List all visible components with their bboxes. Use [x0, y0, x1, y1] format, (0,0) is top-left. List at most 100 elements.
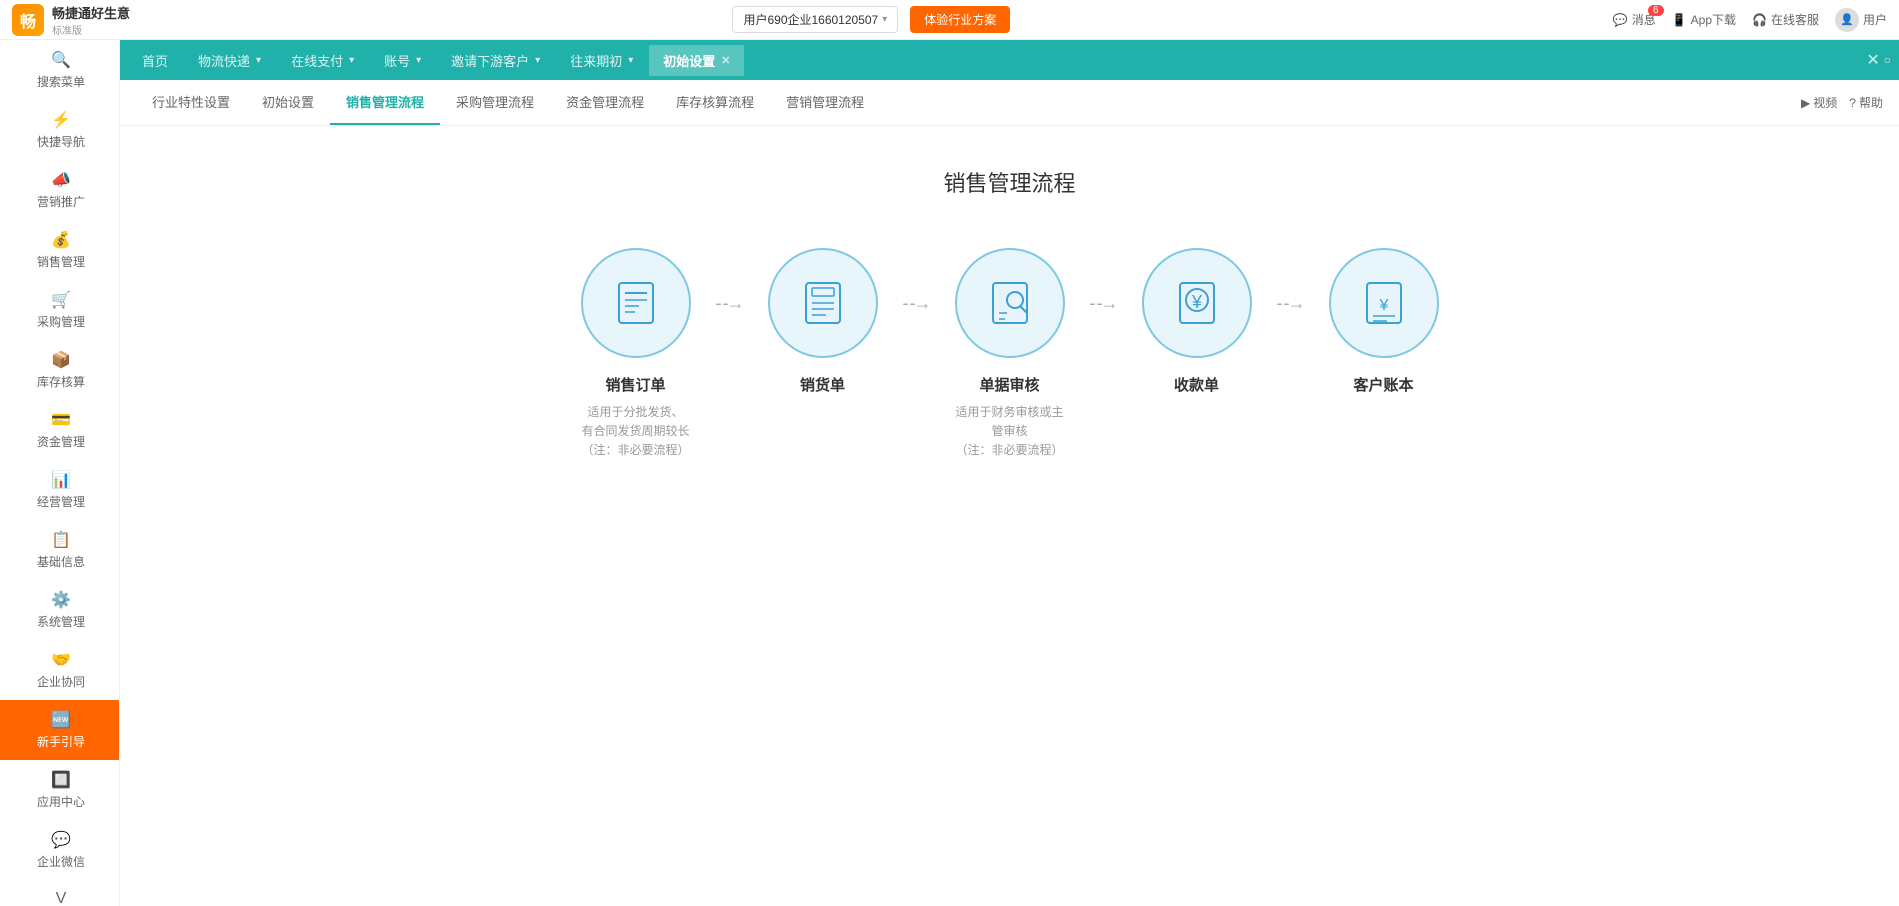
guide-icon: 🆕 [51, 710, 71, 730]
flow-circle-receipt: ¥ [1142, 248, 1252, 358]
marketing-icon: 📣 [51, 170, 71, 190]
play-icon: ▶ [1801, 96, 1810, 110]
content-inner: 行业特性设置初始设置销售管理流程采购管理流程资金管理流程库存核算流程营销管理流程… [120, 80, 1899, 906]
nav-tab-5[interactable]: 往来期初▾ [556, 45, 647, 76]
sidebar-item-label: 应用中心 [37, 793, 85, 810]
logo-text: 畅捷通好生意 标准版 [52, 3, 130, 37]
sidebar-item-collab[interactable]: 🤝 企业协同 [0, 640, 119, 700]
sub-tab-1[interactable]: 初始设置 [246, 80, 330, 125]
chevron-down-icon: ▾ [256, 55, 261, 66]
app-download-button[interactable]: 📱 App下载 [1672, 11, 1736, 28]
chevron-down-icon: ▾ [882, 14, 887, 25]
sidebar-item-base[interactable]: 📋 基础信息 [0, 520, 119, 580]
base-icon: 📋 [51, 530, 71, 550]
sub-tab-2[interactable]: 销售管理流程 [330, 80, 440, 125]
tab-close-icon[interactable]: ✕ [721, 54, 730, 67]
sidebar-item-operation[interactable]: 📊 经营管理 [0, 460, 119, 520]
sidebar-item-label: 采购管理 [37, 313, 85, 330]
flow-arrow-3: - -→ [1277, 248, 1304, 314]
user-selector[interactable]: 用户690企业1660120507 ▾ [732, 6, 898, 33]
chevron-down-icon: ▾ [416, 55, 421, 66]
nav-tab-0[interactable]: 首页 [128, 45, 182, 76]
nav-close-icon[interactable]: ✕ [1866, 50, 1879, 70]
sidebar-item-apps[interactable]: 🔲 应用中心 [0, 760, 119, 820]
top-bar: 畅 畅捷通好生意 标准版 用户690企业1660120507 ▾ 体验行业方案 … [0, 0, 1899, 40]
nav-minimize-icon[interactable]: ○ [1884, 53, 1891, 67]
flow-circle-account: ¥ [1329, 248, 1439, 358]
sub-tab-5[interactable]: 库存核算流程 [660, 80, 770, 125]
sidebar-item-purchase[interactable]: 🛒 采购管理 [0, 280, 119, 340]
message-badge: 6 [1648, 5, 1664, 16]
sidebar-item-label: 基础信息 [37, 553, 85, 570]
main-layout: 🔍 搜索菜单 ⚡ 快捷导航 📣 营销推广 💰 销售管理 🛒 采购管理 📦 库存核… [0, 40, 1899, 906]
flow-diagram: 销售订单适用于分批发货、有合同发货周期较长（注：非必要流程）- -→ 销货单- … [120, 248, 1899, 501]
video-help-button[interactable]: ▶ 视频 [1801, 94, 1837, 111]
sidebar-item-quick[interactable]: ⚡ 快捷导航 [0, 100, 119, 160]
flow-item-sales-delivery[interactable]: 销货单 [743, 248, 903, 403]
user-selector-text: 用户690企业1660120507 [743, 11, 878, 28]
nav-tab-4[interactable]: 邀请下游客户 ▾ [437, 45, 554, 76]
sidebar-item-wechat[interactable]: 💬 企业微信 [0, 820, 119, 880]
flow-desc-sales-order: 适用于分批发货、有合同发货周期较长（注：非必要流程） [581, 403, 689, 461]
chevron-down-icon: ▾ [535, 55, 540, 66]
message-icon: 💬 [1613, 13, 1628, 27]
sub-tabs-bar: 行业特性设置初始设置销售管理流程采购管理流程资金管理流程库存核算流程营销管理流程… [120, 80, 1899, 126]
page-title: 销售管理流程 [120, 166, 1899, 198]
headset-icon: 🎧 [1752, 13, 1767, 27]
sidebar-item-finance[interactable]: 💳 资金管理 [0, 400, 119, 460]
system-icon: ⚙️ [51, 590, 71, 610]
sales-icon: 💰 [51, 230, 71, 250]
sidebar-item-inventory[interactable]: 📦 库存核算 [0, 340, 119, 400]
nav-tab-label: 往来期初 [570, 51, 622, 70]
sidebar-item-marketing[interactable]: 📣 营销推广 [0, 160, 119, 220]
sub-tab-4[interactable]: 资金管理流程 [550, 80, 660, 125]
top-right: 💬 消息 6 📱 App下载 🎧 在线客服 👤 用户 [1613, 8, 1887, 32]
logo-sub: 标准版 [52, 22, 130, 37]
flow-arrow-1: - -→ [903, 248, 930, 314]
flow-label-receipt: 收款单 [1174, 374, 1219, 395]
help-button[interactable]: ? 帮助 [1849, 94, 1883, 111]
sidebar-item-guide[interactable]: 🆕 新手引导 [0, 700, 119, 760]
svg-text:¥: ¥ [1378, 297, 1388, 314]
sub-tabs: 行业特性设置初始设置销售管理流程采购管理流程资金管理流程库存核算流程营销管理流程 [136, 80, 880, 125]
nav-tab-6[interactable]: 初始设置 ✕ [649, 45, 744, 76]
message-button[interactable]: 💬 消息 6 [1613, 11, 1656, 28]
sidebar-item-label: 快捷导航 [37, 133, 85, 150]
nav-tab-3[interactable]: 账号▾ [370, 45, 435, 76]
sidebar-item-system[interactable]: ⚙️ 系统管理 [0, 580, 119, 640]
trial-button[interactable]: 体验行业方案 [910, 6, 1010, 33]
sidebar-item-member[interactable]: V 畅会员 [0, 880, 119, 906]
inventory-icon: 📦 [51, 350, 71, 370]
flow-circle-sales-delivery [768, 248, 878, 358]
sidebar-item-sales[interactable]: 💰 销售管理 [0, 220, 119, 280]
help-icon: ? [1849, 96, 1856, 110]
flow-label-sales-delivery: 销货单 [800, 374, 845, 395]
sub-tab-0[interactable]: 行业特性设置 [136, 80, 246, 125]
nav-tab-2[interactable]: 在线支付▾ [277, 45, 368, 76]
quick-icon: ⚡ [51, 110, 71, 130]
flow-item-sales-order[interactable]: 销售订单适用于分批发货、有合同发货周期较长（注：非必要流程） [556, 248, 716, 461]
online-service-button[interactable]: 🎧 在线客服 [1752, 11, 1819, 28]
sidebar-item-label: 企业协同 [37, 673, 85, 690]
nav-tab-label: 邀请下游客户 [451, 51, 529, 70]
nav-tab-label: 初始设置 [663, 51, 715, 70]
nav-tab-label: 首页 [142, 51, 168, 70]
nav-tab-1[interactable]: 物流快递 ▾ [184, 45, 275, 76]
flow-arrow-0: - -→ [716, 248, 743, 314]
sidebar-item-search[interactable]: 🔍 搜索菜单 [0, 40, 119, 100]
flow-item-review[interactable]: 单据审核适用于财务审核或主管审核（注：非必要流程） [930, 248, 1090, 461]
nav-tab-label: 物流快递 [198, 51, 250, 70]
sub-tab-3[interactable]: 采购管理流程 [440, 80, 550, 125]
apps-icon: 🔲 [51, 770, 71, 790]
nav-tabs: 首页物流快递▾在线支付▾账号▾邀请下游客户▾往来期初▾初始设置✕ [128, 45, 1866, 76]
user-menu-button[interactable]: 👤 用户 [1835, 8, 1887, 32]
sub-tab-6[interactable]: 营销管理流程 [770, 80, 880, 125]
flow-label-account: 客户账本 [1353, 374, 1413, 395]
flow-label-sales-order: 销售订单 [605, 374, 665, 395]
sidebar-item-label: 系统管理 [37, 613, 85, 630]
avatar: 👤 [1835, 8, 1859, 32]
search-icon: 🔍 [51, 50, 71, 70]
flow-item-account[interactable]: ¥ 客户账本 [1304, 248, 1464, 403]
flow-item-receipt[interactable]: ¥ 收款单 [1117, 248, 1277, 403]
content-area: 首页物流快递▾在线支付▾账号▾邀请下游客户▾往来期初▾初始设置✕ ✕ ○ 行业特… [120, 40, 1899, 906]
